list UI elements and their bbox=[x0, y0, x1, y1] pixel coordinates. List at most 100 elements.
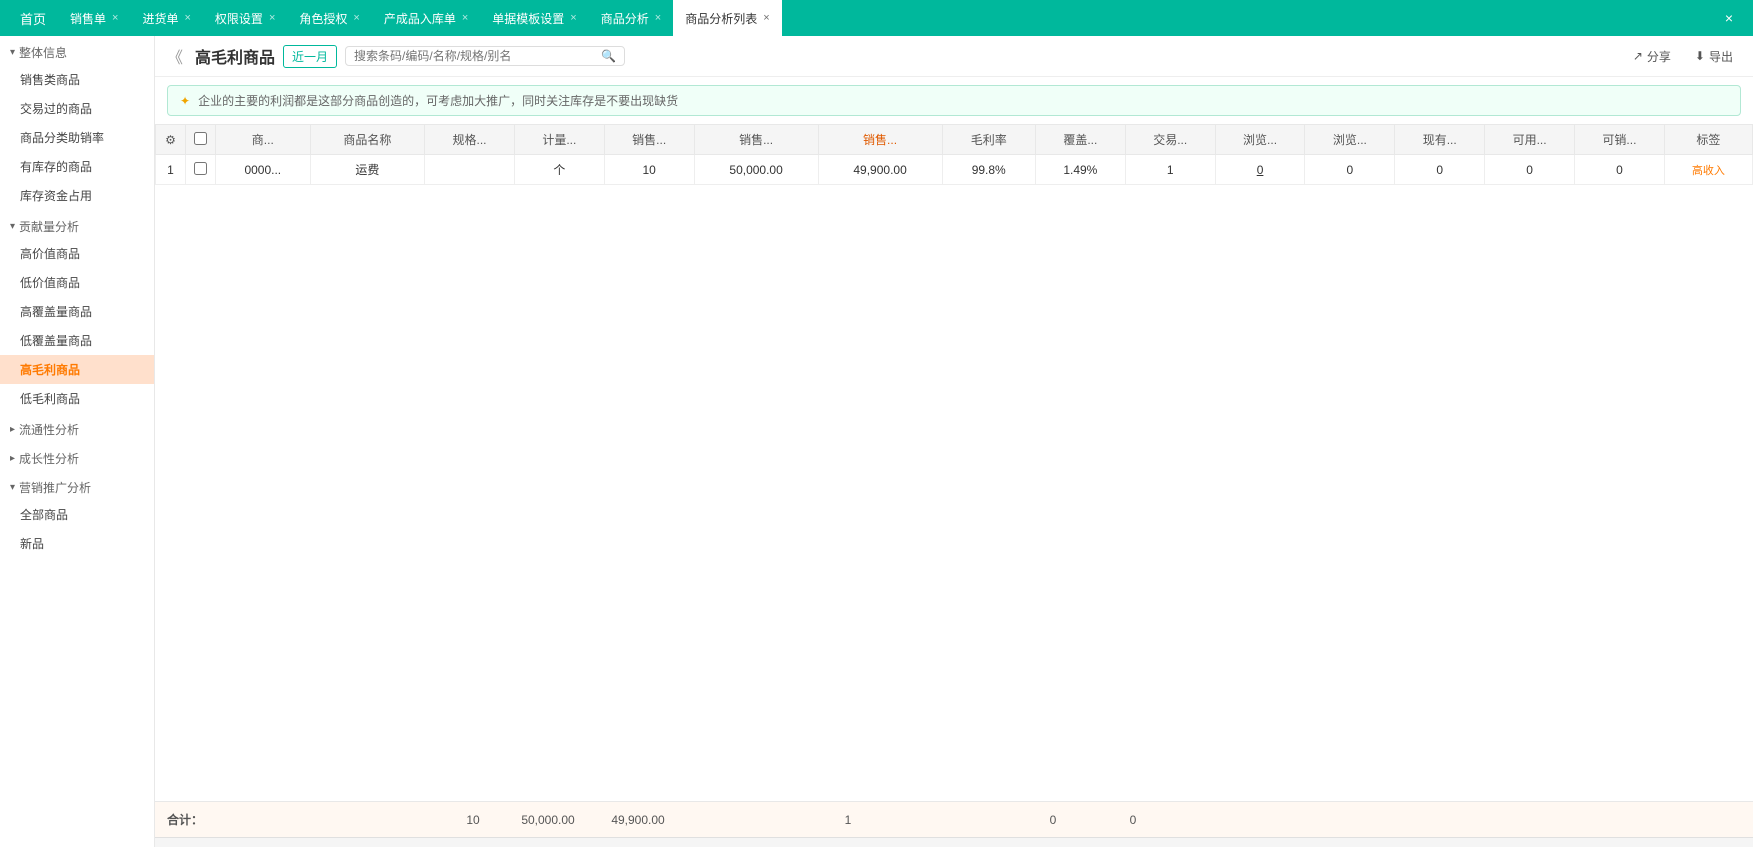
period-filter-button[interactable]: 近一月 bbox=[283, 45, 337, 68]
horizontal-scrollbar[interactable] bbox=[155, 837, 1753, 847]
nav-purchase[interactable]: 进货单 × bbox=[130, 0, 202, 36]
nav-home[interactable]: 首页 bbox=[8, 0, 58, 36]
col-header-browse1[interactable]: 浏览... bbox=[1215, 125, 1305, 155]
col-header-sales-cost[interactable]: 销售... bbox=[818, 125, 942, 155]
top-navigation: 首页 销售单 × 进货单 × 权限设置 × 角色授权 × 产成品入库单 × 单据… bbox=[0, 0, 1753, 36]
nav-role-auth-close[interactable]: × bbox=[353, 12, 359, 24]
sidebar-item-low-coverage[interactable]: 低覆盖量商品 bbox=[0, 326, 154, 355]
footer-trade-count: 1 bbox=[803, 813, 893, 827]
search-input[interactable] bbox=[354, 49, 601, 63]
nav-product-analysis-list[interactable]: 商品分析列表 × bbox=[673, 0, 781, 36]
export-button[interactable]: ⬇ 导出 bbox=[1687, 46, 1741, 67]
col-header-name[interactable]: 商品名称 bbox=[310, 125, 425, 155]
sidebar-group-liquidity[interactable]: ▸ 流通性分析 bbox=[0, 413, 154, 442]
row-checkbox[interactable] bbox=[194, 162, 207, 175]
data-table-wrapper: ⚙ 商... 商品名称 规格... 计量... 销售... 销售... 销售..… bbox=[155, 124, 1753, 801]
cell-trade-count: 1 bbox=[1125, 155, 1215, 185]
cell-saleable-stock: 0 bbox=[1575, 155, 1665, 185]
nav-template-settings[interactable]: 单据模板设置 × bbox=[480, 0, 588, 36]
cell-browse2: 0 bbox=[1305, 155, 1395, 185]
col-header-sales-qty[interactable]: 销售... bbox=[604, 125, 694, 155]
nav-product-analysis[interactable]: 商品分析 × bbox=[589, 0, 673, 36]
col-header-code[interactable]: 商... bbox=[216, 125, 311, 155]
nav-sales[interactable]: 销售单 × bbox=[58, 0, 130, 36]
select-all-checkbox[interactable] bbox=[194, 132, 207, 145]
content-header: 《 高毛利商品 近一月 🔍 ↗ 分享 ⬇ 导出 bbox=[155, 36, 1753, 77]
footer-sales-cost: 49,900.00 bbox=[593, 813, 683, 827]
nav-product-inbound-close[interactable]: × bbox=[462, 12, 468, 24]
col-header-settings[interactable]: ⚙ bbox=[156, 125, 186, 155]
cell-sales-qty: 10 bbox=[604, 155, 694, 185]
sidebar-group-marketing[interactable]: ▾ 营销推广分析 bbox=[0, 471, 154, 500]
col-header-checkbox[interactable] bbox=[186, 125, 216, 155]
sidebar: ▾ 整体信息 销售类商品 交易过的商品 商品分类助销率 有库存的商品 库存资金占… bbox=[0, 36, 155, 847]
sidebar-item-traded-goods[interactable]: 交易过的商品 bbox=[0, 94, 154, 123]
col-header-gross-rate[interactable]: 毛利率 bbox=[942, 125, 1035, 155]
arrow-down-icon-2: ▾ bbox=[10, 221, 15, 232]
export-icon: ⬇ bbox=[1695, 49, 1705, 63]
cell-browse1[interactable]: 0 bbox=[1215, 155, 1305, 185]
sidebar-item-low-value[interactable]: 低价值商品 bbox=[0, 268, 154, 297]
sidebar-group-growth[interactable]: ▸ 成长性分析 bbox=[0, 442, 154, 471]
sidebar-item-high-margin[interactable]: 高毛利商品 bbox=[0, 355, 154, 384]
nav-auth-settings-close[interactable]: × bbox=[269, 12, 275, 24]
page-title: 高毛利商品 bbox=[195, 44, 275, 68]
info-banner: ✦ 企业的主要的利润都是这部分商品创造的，可考虑加大推广，同时关注库存是不要出现… bbox=[167, 85, 1741, 116]
sidebar-item-sales-goods[interactable]: 销售类商品 bbox=[0, 65, 154, 94]
data-table: ⚙ 商... 商品名称 规格... 计量... 销售... 销售... 销售..… bbox=[155, 124, 1753, 185]
col-header-tag[interactable]: 标签 bbox=[1664, 125, 1752, 155]
nav-product-inbound[interactable]: 产成品入库单 × bbox=[372, 0, 480, 36]
nav-sales-close[interactable]: × bbox=[112, 12, 118, 24]
sidebar-collapse-button[interactable]: 《 bbox=[167, 44, 183, 68]
nav-auth-settings[interactable]: 权限设置 × bbox=[203, 0, 287, 36]
table-row: 1 0000... 运费 个 10 50,000.00 49,900.00 99… bbox=[156, 155, 1753, 185]
bulb-icon: ✦ bbox=[180, 94, 190, 108]
sidebar-item-category-rate[interactable]: 商品分类助销率 bbox=[0, 123, 154, 152]
col-header-trade-count[interactable]: 交易... bbox=[1125, 125, 1215, 155]
sidebar-item-stock-capital[interactable]: 库存资金占用 bbox=[0, 181, 154, 210]
cell-sales-amt: 50,000.00 bbox=[694, 155, 818, 185]
cell-avail-stock: 0 bbox=[1485, 155, 1575, 185]
sidebar-item-low-margin[interactable]: 低毛利商品 bbox=[0, 384, 154, 413]
cell-code: 0000... bbox=[216, 155, 311, 185]
col-header-spec[interactable]: 规格... bbox=[425, 125, 515, 155]
col-header-avail-stock[interactable]: 可用... bbox=[1485, 125, 1575, 155]
footer-current-stock: 0 bbox=[1013, 813, 1093, 827]
arrow-down-icon: ▾ bbox=[10, 47, 15, 58]
sidebar-item-all-goods[interactable]: 全部商品 bbox=[0, 500, 154, 529]
arrow-right-icon-2: ▸ bbox=[10, 453, 15, 464]
cell-current-stock: 0 bbox=[1395, 155, 1485, 185]
cell-gross-rate: 99.8% bbox=[942, 155, 1035, 185]
sidebar-group-contribution[interactable]: ▾ 贡献量分析 bbox=[0, 210, 154, 239]
col-header-browse2[interactable]: 浏览... bbox=[1305, 125, 1395, 155]
cell-spec bbox=[425, 155, 515, 185]
nav-role-auth[interactable]: 角色授权 × bbox=[287, 0, 371, 36]
cell-sales-cost: 49,900.00 bbox=[818, 155, 942, 185]
sidebar-item-high-value[interactable]: 高价值商品 bbox=[0, 239, 154, 268]
search-box: 🔍 bbox=[345, 46, 625, 66]
sidebar-item-stocked-goods[interactable]: 有库存的商品 bbox=[0, 152, 154, 181]
sidebar-item-high-coverage[interactable]: 高覆盖量商品 bbox=[0, 297, 154, 326]
nav-purchase-close[interactable]: × bbox=[184, 12, 190, 24]
cell-name: 运费 bbox=[310, 155, 425, 185]
col-header-saleable-stock[interactable]: 可销... bbox=[1575, 125, 1665, 155]
share-button[interactable]: ↗ 分享 bbox=[1625, 46, 1679, 67]
footer-label: 合计： bbox=[167, 811, 203, 828]
share-icon: ↗ bbox=[1633, 49, 1643, 63]
search-icon[interactable]: 🔍 bbox=[601, 49, 616, 63]
arrow-right-icon: ▸ bbox=[10, 424, 15, 435]
browse1-link[interactable]: 0 bbox=[1257, 163, 1264, 177]
col-header-unit[interactable]: 计量... bbox=[514, 125, 604, 155]
nav-product-analysis-list-close[interactable]: × bbox=[763, 12, 769, 24]
sidebar-group-overall[interactable]: ▾ 整体信息 bbox=[0, 36, 154, 65]
nav-template-settings-close[interactable]: × bbox=[570, 12, 576, 24]
nav-product-analysis-close[interactable]: × bbox=[655, 12, 661, 24]
cell-tag: 高收入 bbox=[1664, 155, 1752, 185]
col-header-current-stock[interactable]: 现有... bbox=[1395, 125, 1485, 155]
col-header-coverage[interactable]: 覆盖... bbox=[1035, 125, 1125, 155]
sidebar-item-new-goods[interactable]: 新品 bbox=[0, 529, 154, 558]
cell-checkbox[interactable] bbox=[186, 155, 216, 185]
window-close-button[interactable]: × bbox=[1713, 10, 1745, 26]
col-header-sales-amt[interactable]: 销售... bbox=[694, 125, 818, 155]
cell-no: 1 bbox=[156, 155, 186, 185]
